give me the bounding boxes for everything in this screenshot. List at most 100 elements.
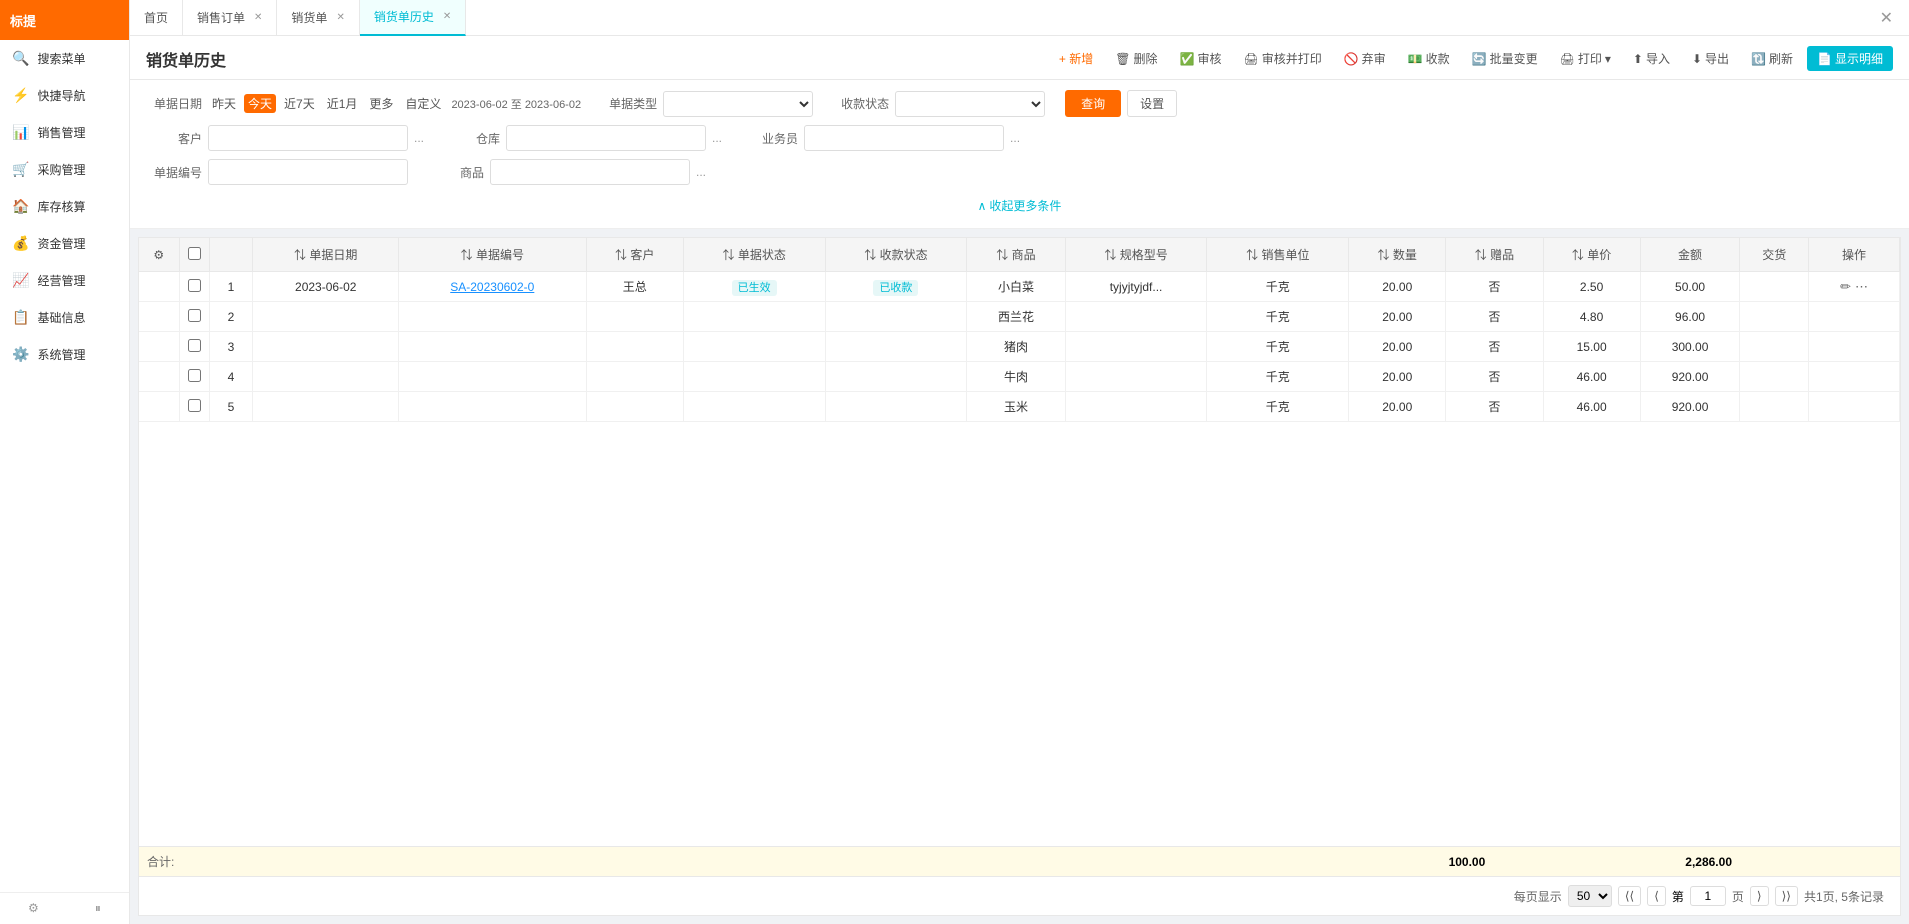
cell-ops[interactable]: ✏⋯ [1809, 272, 1900, 302]
col-unit-header[interactable]: ⇅ 销售单位 [1207, 238, 1349, 272]
tab-sales-goods-close[interactable]: ✕ [336, 12, 344, 23]
next-page-button[interactable]: ⟩ [1750, 886, 1769, 906]
cell-ops[interactable] [1809, 332, 1900, 362]
col-gift-header[interactable]: ⇅ 赠品 [1446, 238, 1543, 272]
doc-no-link[interactable]: SA-20230602-0 [450, 280, 534, 294]
staff-input[interactable] [804, 125, 1004, 151]
footer-collapse-icon[interactable]: ⏸ [95, 901, 101, 916]
row-checkbox[interactable] [188, 339, 201, 352]
import-button[interactable]: ⬆ 导入 [1625, 46, 1678, 71]
cell-amount: 920.00 [1640, 392, 1740, 422]
col-qty-header[interactable]: ⇅ 数量 [1349, 238, 1446, 272]
sidebar-item-finance[interactable]: 💰 资金管理 [0, 225, 129, 262]
query-button[interactable]: 查询 [1065, 90, 1121, 117]
finance-icon: 💰 [12, 235, 29, 252]
tab-sales-history[interactable]: 销货单历史 ✕ [360, 0, 466, 36]
set-button[interactable]: 设置 [1127, 90, 1177, 117]
sidebar-item-basicinfo[interactable]: 📋 基础信息 [0, 299, 129, 336]
shortcut-today[interactable]: 今天 [244, 94, 276, 113]
tab-sales-order-close[interactable]: ✕ [254, 12, 262, 23]
sidebar-item-inventory[interactable]: 🏠 库存核算 [0, 188, 129, 225]
cell-check[interactable] [179, 332, 209, 362]
collect-button[interactable]: 💵 收款 [1400, 46, 1458, 71]
delete-button[interactable]: 🗑 删除 [1107, 46, 1165, 71]
audit-button[interactable]: ✅ 审核 [1172, 46, 1230, 71]
col-settings-header[interactable]: ⚙ [139, 238, 179, 272]
cell-ops[interactable] [1809, 392, 1900, 422]
cell-check[interactable] [179, 362, 209, 392]
footer-settings-icon[interactable]: ⚙ [28, 901, 39, 916]
first-page-button[interactable]: ⟨⟨ [1618, 886, 1641, 906]
cell-docno[interactable] [398, 362, 586, 392]
per-page-select[interactable]: 50 [1568, 885, 1612, 907]
tab-sales-order[interactable]: 销售订单 ✕ [183, 0, 277, 36]
row-checkbox[interactable] [188, 399, 201, 412]
cell-collectstatus [825, 362, 967, 392]
audit-print-button[interactable]: 🖨 审核并打印 [1235, 46, 1329, 71]
sidebar-item-sales[interactable]: 📊 销售管理 [0, 114, 129, 151]
tab-sales-goods[interactable]: 销货单 ✕ [277, 0, 359, 36]
col-date-header[interactable]: ⇅ 单据日期 [253, 238, 399, 272]
shortcut-7days[interactable]: 近7天 [280, 94, 319, 113]
collapse-btn[interactable]: ∧ 收起更多条件 [146, 193, 1893, 218]
last-page-button[interactable]: ⟩⟩ [1775, 886, 1798, 906]
cell-check[interactable] [179, 272, 209, 302]
cell-rowno: 4 [209, 362, 253, 392]
customer-input[interactable] [208, 125, 408, 151]
col-check-header[interactable] [179, 238, 209, 272]
col-spec-header[interactable]: ⇅ 规格型号 [1065, 238, 1207, 272]
more-btn[interactable]: ⋯ [1855, 279, 1868, 294]
sidebar-item-system[interactable]: ⚙️ 系统管理 [0, 336, 129, 373]
col-customer-header[interactable]: ⇅ 客户 [586, 238, 683, 272]
col-goods-header[interactable]: ⇅ 商品 [967, 238, 1065, 272]
refresh-button[interactable]: 🔃 刷新 [1743, 46, 1801, 71]
page-number-input[interactable] [1690, 886, 1726, 906]
row-checkbox[interactable] [188, 369, 201, 382]
select-all-checkbox[interactable] [188, 247, 201, 260]
abandon-button[interactable]: 🚫 弃审 [1336, 46, 1394, 71]
col-docno-header[interactable]: ⇅ 单据编号 [398, 238, 586, 272]
batch-change-button[interactable]: 🔄 批量变更 [1464, 46, 1546, 71]
cell-docno[interactable] [398, 392, 586, 422]
shortcut-1month[interactable]: 近1月 [323, 94, 362, 113]
col-collectstatus-header[interactable]: ⇅ 收款状态 [825, 238, 967, 272]
edit-btn[interactable]: ✏ [1840, 279, 1851, 294]
cell-check[interactable] [179, 302, 209, 332]
tabs-close-all-btn[interactable]: ✕ [1874, 8, 1899, 28]
shortcut-yesterday[interactable]: 昨天 [208, 94, 240, 113]
shortcut-more[interactable]: 更多 [365, 94, 397, 113]
warehouse-dots[interactable]: ... [712, 131, 722, 145]
row-checkbox[interactable] [188, 279, 201, 292]
export-button[interactable]: ⬇ 导出 [1684, 46, 1737, 71]
goods-input[interactable] [490, 159, 690, 185]
col-price-header[interactable]: ⇅ 单价 [1543, 238, 1640, 272]
cell-check[interactable] [179, 392, 209, 422]
cell-docno[interactable] [398, 302, 586, 332]
cell-docno[interactable]: SA-20230602-0 [398, 272, 586, 302]
staff-dots[interactable]: ... [1010, 131, 1020, 145]
cell-docno[interactable] [398, 332, 586, 362]
goods-dots[interactable]: ... [696, 165, 706, 179]
shortcut-custom[interactable]: 自定义 [401, 94, 445, 113]
tab-home[interactable]: 首页 [130, 0, 183, 36]
sidebar-item-operations[interactable]: 📈 经营管理 [0, 262, 129, 299]
customer-dots[interactable]: ... [414, 131, 424, 145]
filter-type: 单据类型 [601, 91, 813, 117]
sidebar-item-search[interactable]: 🔍 搜索菜单 [0, 40, 129, 77]
sidebar-item-purchase[interactable]: 🛒 采购管理 [0, 151, 129, 188]
cell-ops[interactable] [1809, 302, 1900, 332]
docno-input[interactable] [208, 159, 408, 185]
row-checkbox[interactable] [188, 309, 201, 322]
show-detail-button[interactable]: 📄 显示明细 [1807, 46, 1893, 71]
sidebar-item-quicknav[interactable]: ⚡ 快捷导航 [0, 77, 129, 114]
collect-status-select[interactable] [895, 91, 1045, 117]
new-button[interactable]: + 新增 [1051, 46, 1101, 71]
print-button[interactable]: 🖨 打印 ▾ [1552, 46, 1619, 71]
cell-rowno: 5 [209, 392, 253, 422]
type-select[interactable] [663, 91, 813, 117]
col-docstatus-header[interactable]: ⇅ 单据状态 [683, 238, 825, 272]
tab-sales-history-close[interactable]: ✕ [443, 11, 451, 22]
prev-page-button[interactable]: ⟨ [1647, 886, 1666, 906]
warehouse-input[interactable] [506, 125, 706, 151]
cell-ops[interactable] [1809, 362, 1900, 392]
